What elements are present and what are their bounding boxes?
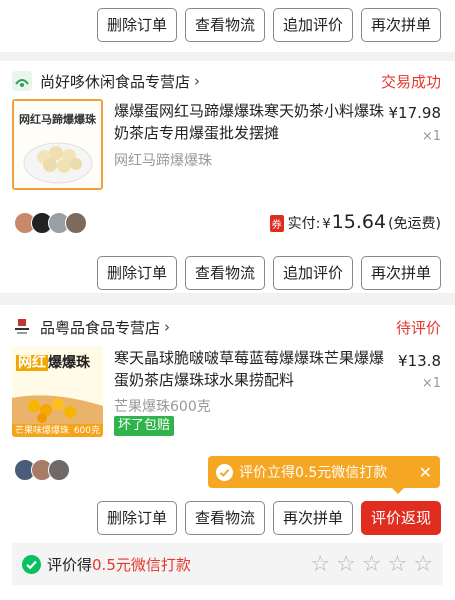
shop-name[interactable]: 品粤品食品专营店 — [40, 317, 160, 338]
wechat-check-icon — [22, 554, 41, 574]
view-logistics-button[interactable]: 查看物流 — [184, 501, 265, 535]
product-title[interactable]: 爆爆蛋网红马蹄爆爆珠寒天奶茶小料爆珠奶茶店专用爆蛋批发摆摊 — [114, 100, 386, 144]
review-cashback-button[interactable]: 评价返现 — [360, 501, 441, 535]
product-price: ¥17.98 — [388, 104, 442, 122]
star-icon[interactable]: ☆ — [362, 552, 382, 577]
tooltip-arrow — [392, 488, 404, 494]
close-icon[interactable]: ✕ — [419, 463, 432, 482]
order-actions: 删除订单 查看物流 追加评价 再次拼单 — [96, 8, 441, 42]
review-bar-label: 评价得 — [47, 555, 93, 574]
reorder-button[interactable]: 再次拼单 — [360, 256, 441, 290]
rating-stars[interactable]: ☆ ☆ ☆ ☆ ☆ — [310, 552, 433, 577]
paid-currency: ¥ — [322, 217, 331, 232]
order-actions: 删除订单 查看物流 追加评价 再次拼单 — [96, 256, 441, 290]
view-logistics-button[interactable]: 查看物流 — [184, 256, 265, 290]
shop-name[interactable]: 尚好哆休闲食品专营店 — [40, 71, 190, 92]
product-price: ¥13.8 — [398, 352, 441, 370]
star-icon[interactable]: ☆ — [310, 552, 330, 577]
shop-logo-icon — [12, 317, 32, 337]
add-review-button[interactable]: 追加评价 — [272, 8, 353, 42]
paid-summary: 券 实付: ¥ 15.64 (免运费) — [269, 211, 441, 233]
group-buyers — [14, 212, 87, 234]
paid-amount: 15.64 — [331, 211, 387, 233]
avatar — [48, 459, 70, 481]
thumbnail-weight: 600克 — [73, 426, 100, 436]
avatar — [65, 212, 87, 234]
tooltip-text: 评价立得0.5元微信打款 — [239, 465, 388, 481]
chevron-right-icon: › — [194, 72, 201, 90]
product-quantity: ×1 — [421, 129, 441, 144]
shop-header[interactable]: 品粤品食品专营店 › 待评价 — [12, 315, 441, 339]
chevron-right-icon: › — [164, 318, 171, 336]
product-quantity: ×1 — [421, 376, 441, 391]
guarantee-badge: 坏了包赔 — [114, 416, 175, 436]
product-thumbnail[interactable]: 网红马蹄爆爆珠 — [12, 99, 103, 190]
star-icon[interactable]: ☆ — [388, 552, 408, 577]
thumbnail-footer: 芒果味爆爆珠 — [15, 426, 70, 436]
product-spec: 芒果爆珠600克 — [114, 399, 211, 415]
coupon-icon: 券 — [269, 215, 284, 232]
thumbnail-caption: 网红马蹄爆爆珠 — [19, 113, 96, 126]
order-card: 尚好哆休闲食品专营店 › 交易成功 网红马蹄爆爆珠 爆爆蛋网红马蹄爆爆珠寒天奶茶… — [0, 61, 455, 293]
delete-order-button[interactable]: 删除订单 — [96, 501, 177, 535]
paid-note: (免运费) — [388, 216, 441, 232]
check-circle-icon — [216, 463, 233, 481]
delete-order-button[interactable]: 删除订单 — [96, 8, 177, 42]
group-buyers — [14, 459, 70, 481]
order-actions: 删除订单 查看物流 再次拼单 评价返现 — [96, 501, 441, 535]
reorder-button[interactable]: 再次拼单 — [272, 501, 353, 535]
thumbnail-title-b: 爆爆珠 — [48, 355, 90, 371]
thumbnail-title-a: 网红 — [16, 355, 48, 371]
paid-label: 实付: — [287, 216, 321, 232]
review-bar-reward: 0.5元微信打款 — [92, 555, 191, 574]
shop-logo-icon — [12, 71, 32, 91]
product-spec: 网红马蹄爆爆珠 — [114, 153, 212, 169]
product-thumbnail[interactable]: 网红 爆爆珠 芒果味爆爆珠 600克 — [12, 346, 103, 437]
order-card: 品粤品食品专营店 › 待评价 网红 爆爆珠 芒果味爆爆珠 600克 寒天晶球脆啵啵… — [0, 305, 455, 600]
review-reward-tooltip[interactable]: 评价立得0.5元微信打款 ✕ — [208, 456, 440, 494]
review-bar[interactable]: 评价得 0.5元微信打款 ☆ ☆ ☆ ☆ ☆ — [12, 543, 443, 585]
view-logistics-button[interactable]: 查看物流 — [184, 8, 265, 42]
order-status: 交易成功 — [380, 72, 441, 91]
star-icon[interactable]: ☆ — [413, 552, 433, 577]
order-card-previous: 删除订单 查看物流 追加评价 再次拼单 — [0, 0, 455, 52]
reorder-button[interactable]: 再次拼单 — [360, 8, 441, 42]
star-icon[interactable]: ☆ — [336, 552, 356, 577]
add-review-button[interactable]: 追加评价 — [272, 256, 353, 290]
delete-order-button[interactable]: 删除订单 — [96, 256, 177, 290]
thumbnail-title: 网红 爆爆珠 — [16, 352, 90, 372]
shop-header[interactable]: 尚好哆休闲食品专营店 › 交易成功 — [12, 69, 441, 93]
product-title[interactable]: 寒天晶球脆啵啵草莓蓝莓爆爆珠芒果爆爆蛋奶茶店爆珠球水果捞配料 — [114, 347, 386, 391]
order-status: 待评价 — [395, 318, 441, 337]
